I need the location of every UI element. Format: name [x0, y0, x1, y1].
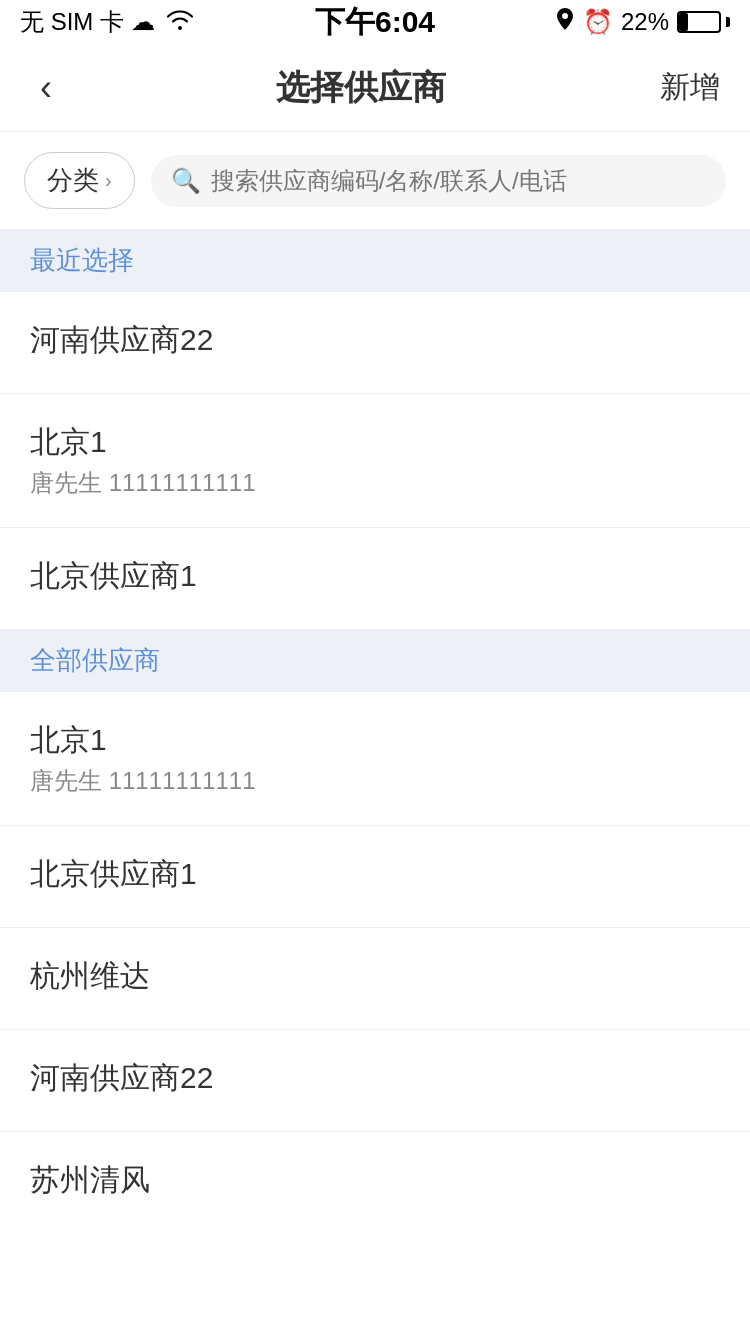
item-name: 北京供应商1 [30, 854, 720, 895]
wifi-icon [165, 8, 195, 36]
sim-status: 无 SIM 卡 ☁ [20, 6, 155, 38]
all-section-label: 全部供应商 [30, 645, 160, 675]
battery-percent: 22% [621, 8, 669, 36]
search-icon: 🔍 [171, 167, 201, 195]
all-list-item[interactable]: 苏州清风 [0, 1132, 750, 1233]
search-box: 🔍 [151, 155, 726, 207]
all-list-item[interactable]: 杭州维达 [0, 928, 750, 1030]
page-title: 选择供应商 [276, 65, 446, 111]
status-right: ⏰ 22% [555, 8, 730, 36]
category-label: 分类 [47, 163, 99, 198]
all-section-header: 全部供应商 [0, 629, 750, 692]
category-filter-button[interactable]: 分类 › [24, 152, 135, 209]
location-icon [555, 8, 575, 36]
recent-items-list: 河南供应商22 北京1 唐先生 11111111111 北京供应商1 [0, 292, 750, 629]
item-name: 北京1 [30, 720, 720, 761]
item-name: 苏州清风 [30, 1160, 720, 1201]
nav-bar: ‹ 选择供应商 新增 [0, 44, 750, 132]
status-left: 无 SIM 卡 ☁ [20, 6, 195, 38]
status-bar: 无 SIM 卡 ☁ 下午6:04 ⏰ 22% [0, 0, 750, 44]
search-input[interactable] [211, 167, 706, 195]
all-items-list: 北京1 唐先生 11111111111 北京供应商1 杭州维达河南供应商22 苏州清风 [0, 692, 750, 1233]
battery-icon [677, 11, 730, 33]
recent-list-item[interactable]: 北京供应商1 [0, 528, 750, 629]
recent-section-label: 最近选择 [30, 245, 134, 275]
recent-list-item[interactable]: 河南供应商22 [0, 292, 750, 394]
alarm-icon: ⏰ [583, 8, 613, 36]
recent-list-item[interactable]: 北京1 唐先生 11111111111 [0, 394, 750, 528]
all-list-item[interactable]: 北京供应商1 [0, 826, 750, 928]
all-list-item[interactable]: 河南供应商22 [0, 1030, 750, 1132]
item-name: 河南供应商22 [30, 320, 720, 361]
all-list-item[interactable]: 北京1 唐先生 11111111111 [0, 692, 750, 826]
filter-row: 分类 › 🔍 [0, 132, 750, 229]
recent-section-header: 最近选择 [0, 229, 750, 292]
add-button[interactable]: 新增 [660, 67, 720, 108]
item-name: 北京供应商1 [30, 556, 720, 597]
back-button[interactable]: ‹ [30, 57, 62, 119]
item-name: 北京1 [30, 422, 720, 463]
item-sub: 唐先生 11111111111 [30, 467, 720, 499]
item-name: 杭州维达 [30, 956, 720, 997]
item-name: 河南供应商22 [30, 1058, 720, 1099]
chevron-right-icon: › [105, 169, 112, 192]
item-sub: 唐先生 11111111111 [30, 765, 720, 797]
status-time: 下午6:04 [315, 2, 435, 43]
